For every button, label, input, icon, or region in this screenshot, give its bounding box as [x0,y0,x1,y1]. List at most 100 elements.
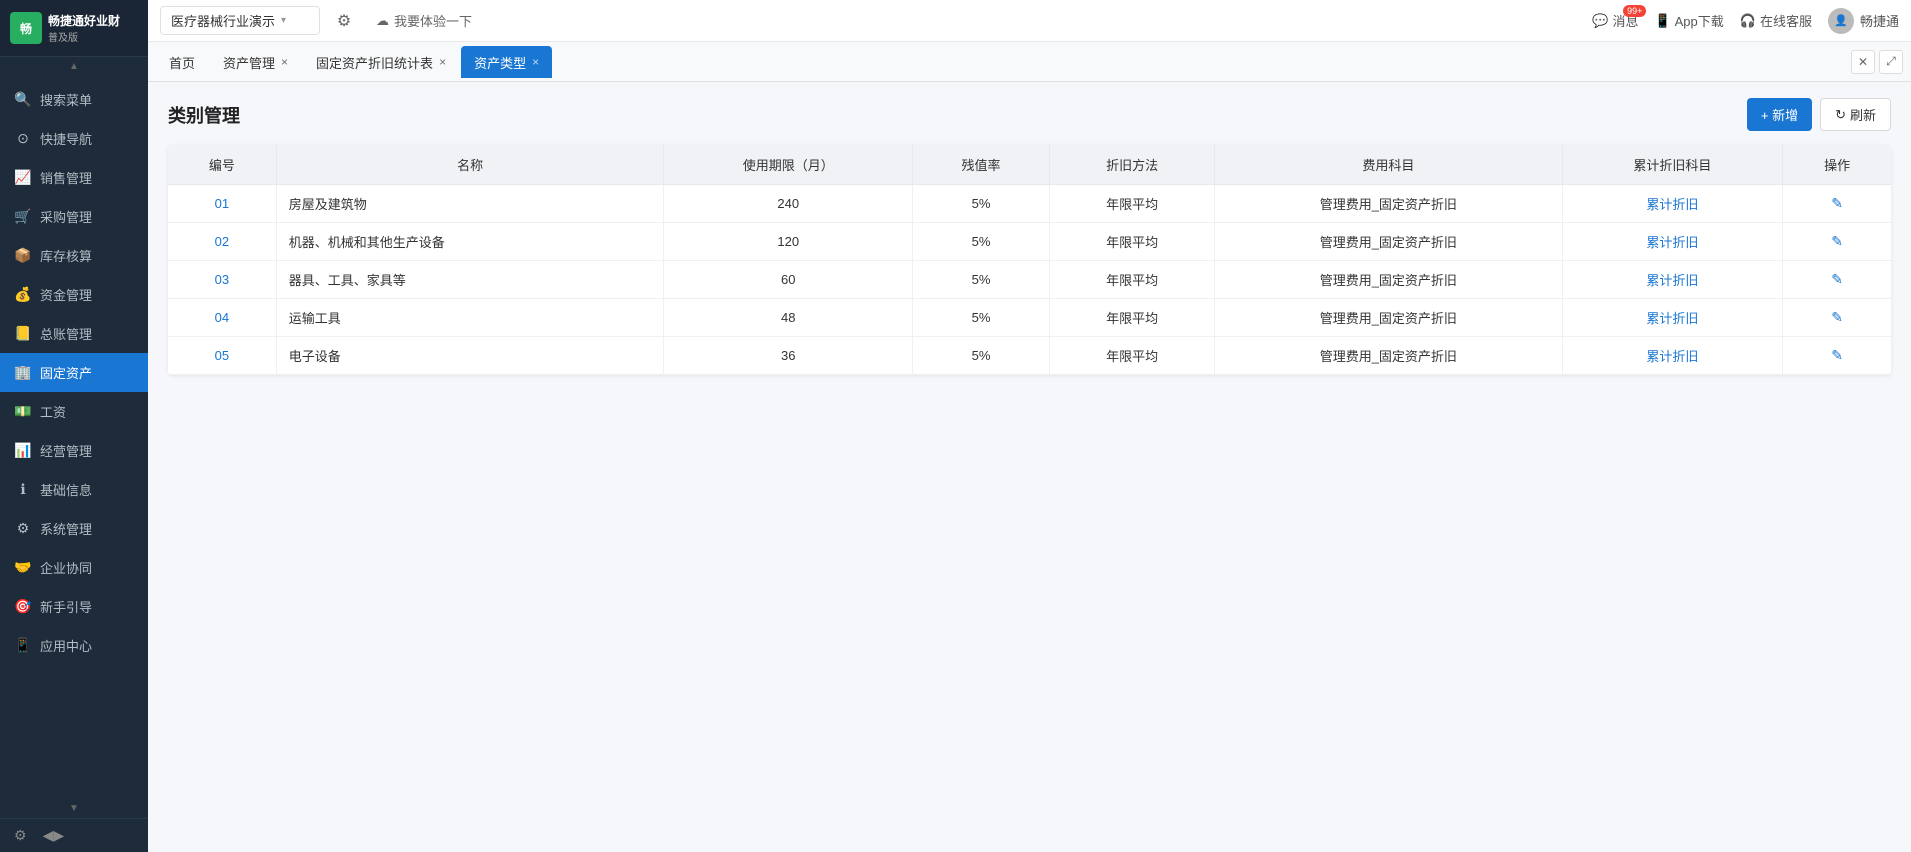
col-header-residual: 残值率 [912,145,1049,185]
cell-residual-3: 5% [912,299,1049,337]
company-selector[interactable]: 医疗器械行业演示 ▾ [160,6,320,35]
col-header-code: 编号 [168,145,276,185]
edit-icon-2[interactable]: ✎ [1831,271,1843,287]
cell-action-2[interactable]: ✎ [1783,261,1891,299]
cell-name-2: 器具、工具、家具等 [276,261,664,299]
app-download-button[interactable]: 📱 App下载 [1654,11,1723,30]
fixed-assets-icon: 🏢 [14,364,32,382]
cell-method-0: 年限平均 [1050,185,1215,223]
sidebar-nav: 🔍 搜索菜单 ⊙ 快捷导航 📈 销售管理 🛒 采购管理 📦 库存核算 💰 资金管… [0,76,148,799]
service-icon: 🎧 [1740,13,1756,29]
cell-action-3[interactable]: ✎ [1783,299,1891,337]
tabbar: 首页 资产管理 × 固定资产折旧统计表 × 资产类型 × ✕ ⤢ [148,42,1911,82]
sidebar-item-app-center[interactable]: 📱 应用中心 [0,626,148,665]
col-header-method: 折旧方法 [1050,145,1215,185]
enterprise-icon: 🤝 [14,559,32,577]
settings-gear-button[interactable]: ⚙ [330,7,358,35]
cell-expense-2: 管理费用_固定资产折旧 [1215,261,1563,299]
ledger-icon: 📒 [14,325,32,343]
logo-icon: 畅 [10,12,42,44]
sidebar-item-guide[interactable]: 🎯 新手引导 [0,587,148,626]
sidebar-label-basic-info: 基础信息 [40,480,92,499]
sidebar-item-inventory[interactable]: 📦 库存核算 [0,236,148,275]
sidebar-item-sales[interactable]: 📈 销售管理 [0,158,148,197]
tab-asset-type-close[interactable]: × [532,55,539,69]
new-button[interactable]: + 新增 [1747,98,1812,131]
scroll-down-arrow[interactable]: ▼ [0,799,148,818]
cell-period-3: 48 [664,299,913,337]
cell-action-4[interactable]: ✎ [1783,337,1891,375]
tab-depreciation-table[interactable]: 固定资产折旧统计表 × [303,46,459,78]
tab-depreciation-table-label: 固定资产折旧统计表 [316,53,433,72]
sidebar-label-sales: 销售管理 [40,168,92,187]
content-area: 类别管理 + 新增 ↻ 刷新 编号 名称 使用期限（月） 残值率 折旧方法 [148,82,1911,852]
settings-bottom-icon[interactable]: ⚙ [14,827,27,844]
sidebar-label-payroll: 工资 [40,402,66,421]
table-header-row: 编号 名称 使用期限（月） 残值率 折旧方法 费用科目 累计折旧科目 操作 [168,145,1891,185]
tab-asset-type[interactable]: 资产类型 × [461,46,552,78]
sidebar-item-fixed-assets[interactable]: 🏢 固定资产 [0,353,148,392]
sidebar-item-basic-info[interactable]: ℹ 基础信息 [0,470,148,509]
sidebar-label-capital: 资金管理 [40,285,92,304]
table-row: 05 电子设备 36 5% 年限平均 管理费用_固定资产折旧 累计折旧 ✎ [168,337,1891,375]
cell-method-1: 年限平均 [1050,223,1215,261]
sidebar-label-inventory: 库存核算 [40,246,92,265]
col-header-name: 名称 [276,145,664,185]
sidebar-item-search[interactable]: 🔍 搜索菜单 [0,80,148,119]
data-table: 编号 名称 使用期限（月） 残值率 折旧方法 费用科目 累计折旧科目 操作 01… [168,145,1891,375]
page-title: 类别管理 [168,102,240,128]
sidebar-item-quick-nav[interactable]: ⊙ 快捷导航 [0,119,148,158]
experience-button[interactable]: ☁ 我要体验一下 [368,7,480,34]
logo-title: 畅捷通好业财 [48,12,120,29]
sidebar-item-ledger[interactable]: 📒 总账管理 [0,314,148,353]
tab-depreciation-table-close[interactable]: × [439,55,446,69]
collapse-sidebar-icon[interactable]: ◀▶ [43,827,65,844]
cell-code-1: 02 [168,223,276,261]
cell-name-3: 运输工具 [276,299,664,337]
cell-accumulated-1: 累计折旧 [1562,223,1783,261]
sidebar-item-system[interactable]: ⚙ 系统管理 [0,509,148,548]
sidebar-item-capital[interactable]: 💰 资金管理 [0,275,148,314]
tab-home[interactable]: 首页 [156,46,208,78]
col-header-period: 使用期限（月） [664,145,913,185]
customer-service-button[interactable]: 🎧 在线客服 [1740,11,1812,30]
sidebar-item-enterprise[interactable]: 🤝 企业协同 [0,548,148,587]
cell-name-1: 机器、机械和其他生产设备 [276,223,664,261]
company-name: 医疗器械行业演示 [171,11,275,30]
cell-accumulated-0: 累计折旧 [1562,185,1783,223]
tab-asset-mgmt[interactable]: 资产管理 × [210,46,301,78]
cell-accumulated-3: 累计折旧 [1562,299,1783,337]
sidebar-label-search: 搜索菜单 [40,90,92,109]
scroll-up-arrow[interactable]: ▲ [0,57,148,76]
sidebar-label-quick-nav: 快捷导航 [40,129,92,148]
edit-icon-3[interactable]: ✎ [1831,309,1843,325]
cell-action-0[interactable]: ✎ [1783,185,1891,223]
col-header-expense: 费用科目 [1215,145,1563,185]
cell-code-3: 04 [168,299,276,337]
topbar-right: 💬 消息 99+ 📱 App下载 🎧 在线客服 👤 畅捷通 [1592,8,1899,34]
customer-service-label: 在线客服 [1760,11,1812,30]
sidebar-logo: 畅 畅捷通好业财 普及版 [0,0,148,57]
messages-button[interactable]: 💬 消息 99+ [1592,11,1638,30]
expand-button[interactable]: ⤢ [1879,50,1903,74]
tab-asset-mgmt-close[interactable]: × [281,55,288,69]
sidebar-label-enterprise: 企业协同 [40,558,92,577]
cell-method-2: 年限平均 [1050,261,1215,299]
user-button[interactable]: 👤 畅捷通 [1828,8,1899,34]
edit-icon-4[interactable]: ✎ [1831,347,1843,363]
cell-accumulated-2: 累计折旧 [1562,261,1783,299]
edit-icon-1[interactable]: ✎ [1831,233,1843,249]
tabbar-right: ✕ ⤢ [1851,50,1903,74]
cell-expense-4: 管理费用_固定资产折旧 [1215,337,1563,375]
sidebar-item-operations[interactable]: 📊 经营管理 [0,431,148,470]
close-tab-button[interactable]: ✕ [1851,50,1875,74]
tab-asset-mgmt-label: 资产管理 [223,53,275,72]
sidebar-item-payroll[interactable]: 💵 工资 [0,392,148,431]
cell-residual-4: 5% [912,337,1049,375]
sidebar-label-guide: 新手引导 [40,597,92,616]
refresh-button[interactable]: ↻ 刷新 [1820,98,1891,131]
purchase-icon: 🛒 [14,208,32,226]
sidebar-item-purchase[interactable]: 🛒 采购管理 [0,197,148,236]
edit-icon-0[interactable]: ✎ [1831,195,1843,211]
cell-action-1[interactable]: ✎ [1783,223,1891,261]
